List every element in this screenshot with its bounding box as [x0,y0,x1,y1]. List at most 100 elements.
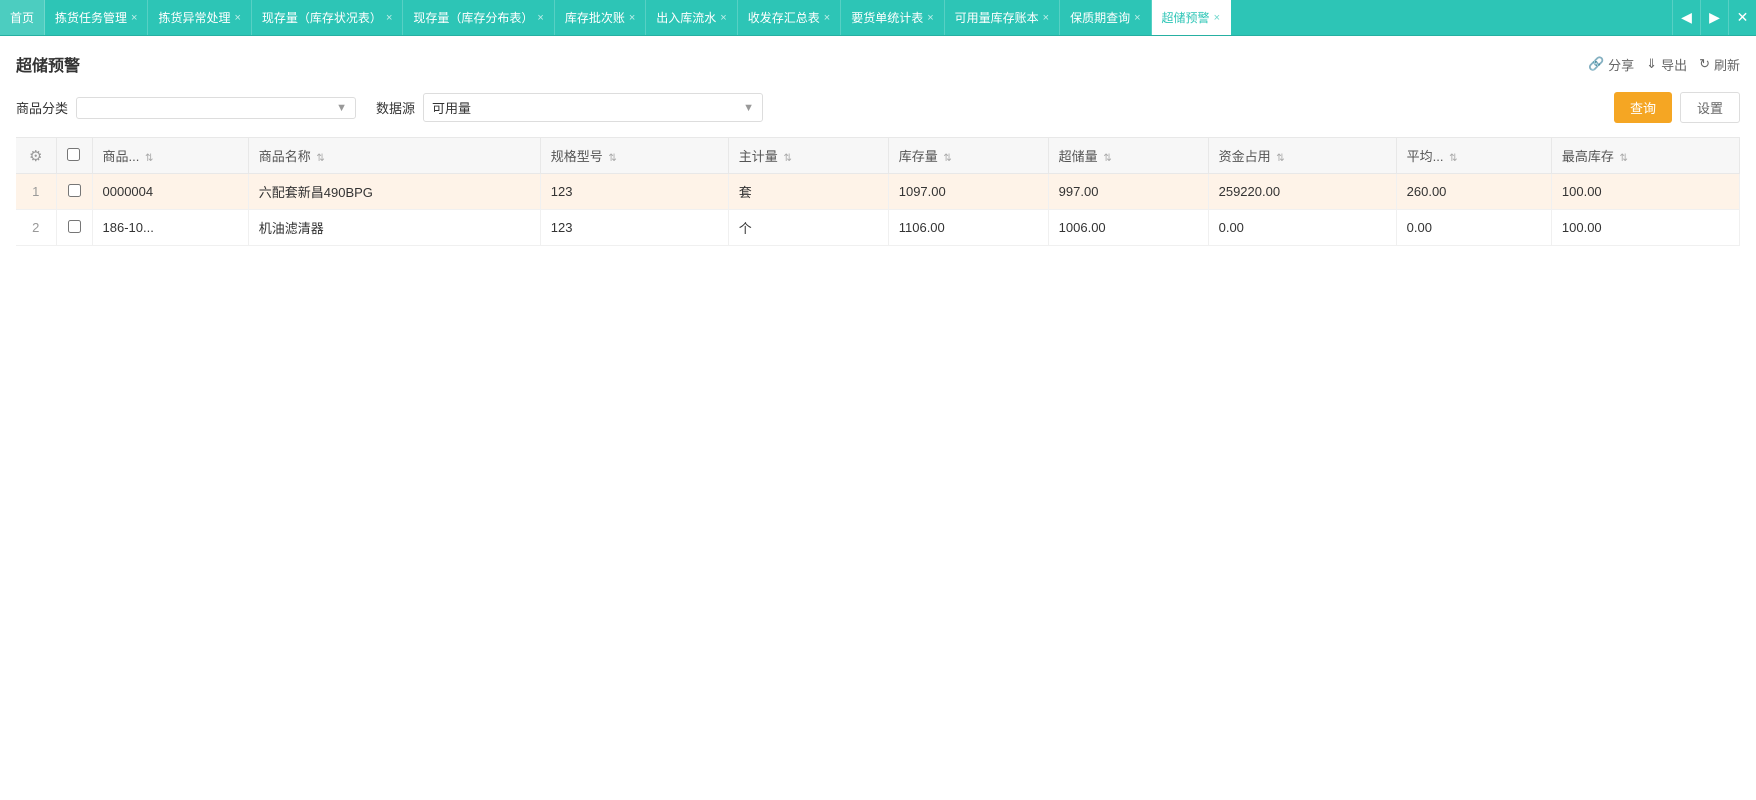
nav-tab-collect-summary-close[interactable]: × [824,12,830,24]
action-buttons: 查询 设置 [1614,92,1740,123]
datasource-label: 数据源 [376,98,415,117]
row-checkbox[interactable] [68,220,81,233]
col-stock-qty-label: 库存量 [899,149,938,164]
share-button[interactable]: 🔗 分享 [1588,55,1634,74]
select-all-checkbox[interactable] [67,148,80,161]
row-capital-usage: 0.00 [1208,210,1396,246]
row-capital-usage: 259220.00 [1208,174,1396,210]
refresh-label: 刷新 [1714,55,1740,74]
nav-tab-avail-account[interactable]: 可用量库存账本 × [945,0,1060,35]
row-max-stock: 100.00 [1551,210,1739,246]
col-product-code[interactable]: 商品... ⇅ [92,138,248,174]
col-max-stock[interactable]: 最高库存 ⇅ [1551,138,1739,174]
nav-arrows-container: ◀ ▶ ✕ [1672,0,1756,35]
header-actions: 🔗 分享 ⇓ 导出 ↻ 刷新 [1588,55,1740,74]
col-product-name[interactable]: 商品名称 ⇅ [248,138,540,174]
row-unit: 个 [728,210,888,246]
nav-tab-home[interactable]: 首页 [0,0,45,35]
nav-tab-batch-account-close[interactable]: × [629,12,635,24]
query-button[interactable]: 查询 [1614,92,1672,123]
export-button[interactable]: ⇓ 导出 [1646,55,1687,74]
col-unit-sort-icon: ⇅ [783,153,791,164]
col-max-stock-sort-icon: ⇅ [1620,153,1628,164]
nav-tab-inventory-status-close[interactable]: × [386,12,392,24]
table-row: 2 186-10... 机油滤清器 123 个 1106.00 1006.00 … [16,210,1740,246]
page-title: 超储预警 [16,52,80,76]
nav-tab-order-stats-label: 要货单统计表 [851,9,923,26]
nav-tab-quality-check-label: 保质期查询 [1070,9,1130,26]
nav-tab-abnormal-close[interactable]: × [234,12,240,24]
nav-tab-inventory-dist-close[interactable]: × [537,12,543,24]
col-checkbox-header[interactable] [56,138,92,174]
col-overstock-qty-label: 超储量 [1059,149,1098,164]
nav-tab-avail-account-label: 可用量库存账本 [955,9,1039,26]
col-spec-label: 规格型号 [551,149,603,164]
col-overstock-qty[interactable]: 超储量 ⇅ [1048,138,1208,174]
row-num: 1 [16,174,56,210]
col-avg-sort-icon: ⇅ [1449,153,1457,164]
nav-tab-collect-summary-label: 收发存汇总表 [748,9,820,26]
datasource-select[interactable]: 可用量 ▼ [423,93,763,122]
nav-tab-task-mgmt-close[interactable]: × [131,12,137,24]
row-product-code: 186-10... [92,210,248,246]
nav-tab-abnormal[interactable]: 拣货异常处理 × [148,0,251,35]
col-overstock-qty-sort-icon: ⇅ [1103,153,1111,164]
nav-arrow-left[interactable]: ◀ [1672,0,1700,35]
nav-tab-abnormal-label: 拣货异常处理 [158,9,230,26]
row-product-code: 0000004 [92,174,248,210]
nav-tab-in-out-flow[interactable]: 出入库流水 × [646,0,737,35]
col-unit[interactable]: 主计量 ⇅ [728,138,888,174]
table-settings-gear-icon[interactable]: ⚙ [29,148,42,165]
col-product-name-sort-icon: ⇅ [316,153,324,164]
row-checkbox-cell[interactable] [56,210,92,246]
export-label: 导出 [1661,55,1687,74]
nav-tab-overstock-close[interactable]: × [1214,12,1220,24]
col-capital-usage[interactable]: 资金占用 ⇅ [1208,138,1396,174]
col-stock-qty[interactable]: 库存量 ⇅ [888,138,1048,174]
col-avg[interactable]: 平均... ⇅ [1396,138,1551,174]
nav-tab-inventory-status-label: 现存量（库存状况表） [262,9,382,26]
settings-button[interactable]: 设置 [1680,92,1740,123]
nav-arrow-close[interactable]: ✕ [1728,0,1756,35]
col-spec[interactable]: 规格型号 ⇅ [540,138,728,174]
col-product-name-label: 商品名称 [259,149,311,164]
col-stock-qty-sort-icon: ⇅ [943,153,951,164]
nav-tab-quality-check-close[interactable]: × [1134,12,1140,24]
nav-tab-inventory-dist[interactable]: 现存量（库存分布表） × [403,0,554,35]
nav-tab-inventory-dist-label: 现存量（库存分布表） [413,9,533,26]
nav-tab-collect-summary[interactable]: 收发存汇总表 × [738,0,841,35]
nav-tab-avail-account-close[interactable]: × [1043,12,1049,24]
row-product-name: 机油滤清器 [248,210,540,246]
row-checkbox-cell[interactable] [56,174,92,210]
nav-tab-in-out-flow-close[interactable]: × [720,12,726,24]
refresh-button[interactable]: ↻ 刷新 [1699,55,1740,74]
category-chevron-down-icon: ▼ [336,102,347,114]
col-unit-label: 主计量 [739,149,778,164]
category-select[interactable]: ▼ [76,97,356,119]
nav-tab-batch-account-label: 库存批次账 [565,9,625,26]
nav-arrow-right[interactable]: ▶ [1700,0,1728,35]
row-checkbox[interactable] [68,184,81,197]
main-content: 超储预警 🔗 分享 ⇓ 导出 ↻ 刷新 商品分类 ▼ 数据源 [0,36,1756,800]
nav-tab-order-stats-close[interactable]: × [927,12,933,24]
data-table: ⚙ 商品... ⇅ 商品名称 ⇅ 规格型号 ⇅ 主计量 [16,137,1740,246]
category-filter: 商品分类 ▼ [16,97,356,119]
nav-tab-quality-check[interactable]: 保质期查询 × [1060,0,1151,35]
nav-tab-overstock[interactable]: 超储预警 × [1152,0,1231,35]
nav-tab-inventory-status[interactable]: 现存量（库存状况表） × [252,0,403,35]
col-capital-usage-label: 资金占用 [1219,149,1271,164]
col-gear[interactable]: ⚙ [16,138,56,174]
nav-tab-order-stats[interactable]: 要货单统计表 × [841,0,944,35]
row-overstock-qty: 1006.00 [1048,210,1208,246]
nav-tab-batch-account[interactable]: 库存批次账 × [555,0,646,35]
nav-tab-task-mgmt[interactable]: 拣货任务管理 × [45,0,148,35]
nav-tab-home-label: 首页 [10,9,34,26]
table-row: 1 0000004 六配套新昌490BPG 123 套 1097.00 997.… [16,174,1740,210]
nav-tab-task-mgmt-label: 拣货任务管理 [55,9,127,26]
datasource-filter: 数据源 可用量 ▼ [376,93,763,122]
row-unit: 套 [728,174,888,210]
export-icon: ⇓ [1646,56,1657,72]
datasource-select-value: 可用量 [432,98,471,117]
row-avg: 0.00 [1396,210,1551,246]
row-overstock-qty: 997.00 [1048,174,1208,210]
